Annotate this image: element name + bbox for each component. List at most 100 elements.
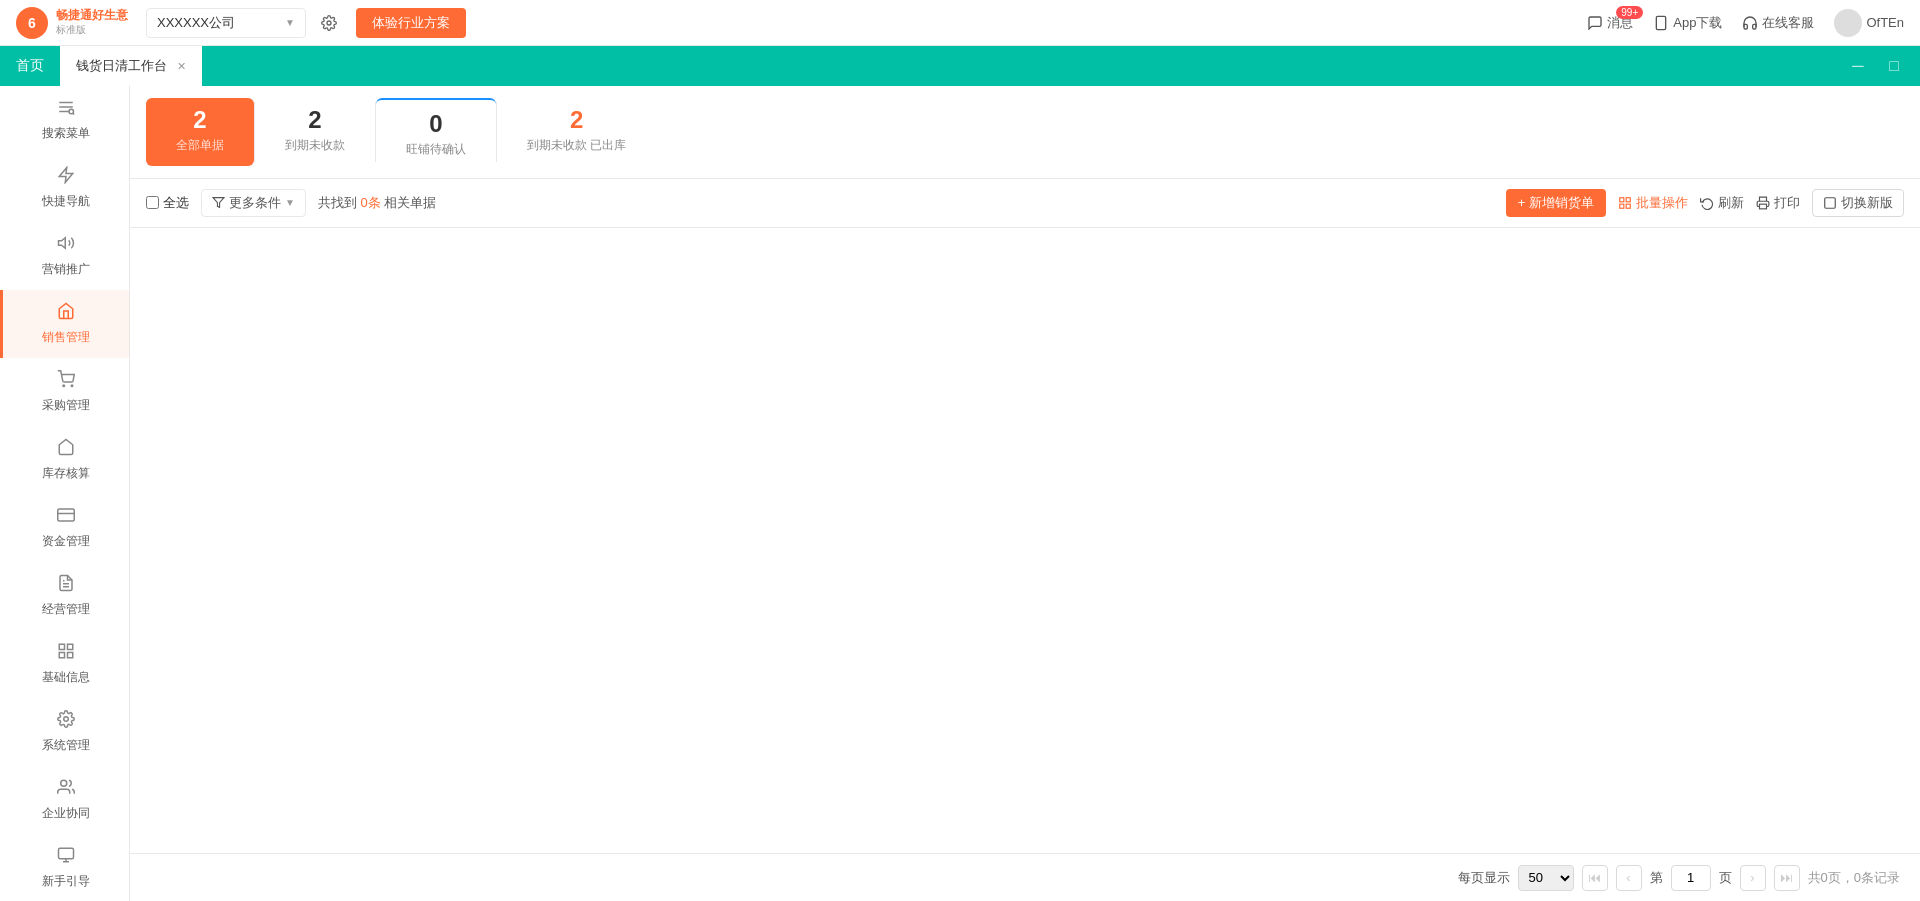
basic-info-icon xyxy=(57,642,75,665)
summary-card-all-label: 全部单据 xyxy=(176,137,224,154)
tab-home-label: 首页 xyxy=(16,57,44,75)
logo-text-area: 畅捷通好生意 标准版 xyxy=(56,8,128,36)
svg-rect-1 xyxy=(1657,16,1666,29)
print-label: 打印 xyxy=(1774,194,1800,212)
svg-marker-28 xyxy=(213,198,224,208)
select-all-input[interactable] xyxy=(146,196,159,209)
add-order-button[interactable]: + 新增销货单 xyxy=(1506,189,1606,217)
summary-card-pending[interactable]: 0 旺铺待确认 xyxy=(376,98,496,166)
cooperation-icon xyxy=(57,778,75,801)
refresh-button[interactable]: 刷新 xyxy=(1700,194,1744,212)
tab-qhrc-label: 钱货日清工作台 xyxy=(76,57,167,75)
sidebar-item-sales-label: 销售管理 xyxy=(42,329,90,346)
summary-cards: 2 全部单据 2 到期未收款 0 旺铺待确认 2 到期未收款 已出库 xyxy=(130,86,1920,179)
svg-rect-31 xyxy=(1626,204,1630,208)
page-size-select[interactable]: 20 50 100 xyxy=(1518,865,1574,891)
tab-maximize-button[interactable]: □ xyxy=(1880,52,1908,80)
sidebar-item-operations[interactable]: 经营管理 xyxy=(0,562,129,630)
tab-home[interactable]: 首页 xyxy=(0,46,60,86)
svg-rect-16 xyxy=(59,644,64,649)
page-next-button[interactable]: › xyxy=(1740,865,1766,891)
page-label-end: 页 xyxy=(1719,869,1732,887)
batch-operation-button[interactable]: 批量操作 xyxy=(1618,194,1688,212)
sidebar-item-purchase[interactable]: 采购管理 xyxy=(0,358,129,426)
trial-button[interactable]: 体验行业方案 xyxy=(356,8,466,38)
refresh-label: 刷新 xyxy=(1718,194,1744,212)
svg-rect-33 xyxy=(1760,204,1767,209)
settings-button[interactable] xyxy=(314,8,344,38)
tab-bar-actions: ─ □ xyxy=(1844,52,1920,80)
select-all-label: 全选 xyxy=(163,194,189,212)
summary-card-pending-label: 旺铺待确认 xyxy=(406,141,466,158)
sidebar-item-purchase-label: 采购管理 xyxy=(42,397,90,414)
select-all-checkbox[interactable]: 全选 xyxy=(146,194,189,212)
tab-close-icon[interactable]: ✕ xyxy=(177,60,186,73)
summary-card-shipped[interactable]: 2 到期未收款 已出库 xyxy=(497,98,656,166)
page-size-label: 每页显示 xyxy=(1458,869,1510,887)
user-avatar xyxy=(1834,9,1862,37)
sidebar-item-cooperation[interactable]: 企业协同 xyxy=(0,766,129,834)
pagination-bar: 每页显示 20 50 100 ⏮ ‹ 第 页 › ⏭ 共0页，0条记录 xyxy=(130,853,1920,901)
logo-title: 畅捷通好生意 xyxy=(56,8,128,22)
capital-icon xyxy=(57,506,75,529)
online-service-label: 在线客服 xyxy=(1762,14,1814,32)
batch-icon xyxy=(1618,196,1632,210)
tab-bar: 首页 钱货日清工作台 ✕ ─ □ xyxy=(0,46,1920,86)
switch-version-button[interactable]: 切换新版 xyxy=(1812,189,1904,217)
inventory-icon xyxy=(57,438,75,461)
tab-qhrc[interactable]: 钱货日清工作台 ✕ xyxy=(60,46,202,86)
page-last-button[interactable]: ⏭ xyxy=(1774,865,1800,891)
found-text: 共找到 0条 相关单据 xyxy=(318,194,436,212)
tab-minimize-button[interactable]: ─ xyxy=(1844,52,1872,80)
sidebar-item-operations-label: 经营管理 xyxy=(42,601,90,618)
svg-rect-32 xyxy=(1620,204,1624,208)
total-info: 共0页，0条记录 xyxy=(1808,869,1900,887)
company-selector[interactable]: XXXXXX公司 ▼ xyxy=(146,8,306,38)
page-prev-button[interactable]: ‹ xyxy=(1616,865,1642,891)
svg-rect-30 xyxy=(1626,198,1630,202)
user-name: OfTEn xyxy=(1866,15,1904,30)
sidebar-item-marketing[interactable]: 营销推广 xyxy=(0,222,129,290)
messages-badge: 99+ xyxy=(1616,6,1643,19)
app-download-item[interactable]: App下载 xyxy=(1653,14,1722,32)
switch-icon xyxy=(1823,196,1837,210)
svg-rect-29 xyxy=(1620,198,1624,202)
sidebar-item-basic-info-label: 基础信息 xyxy=(42,669,90,686)
svg-rect-19 xyxy=(59,653,64,658)
page-label: 第 xyxy=(1650,869,1663,887)
summary-card-pending-num: 0 xyxy=(429,110,442,139)
sidebar-item-system[interactable]: 系统管理 xyxy=(0,698,129,766)
summary-card-shipped-label: 到期未收款 已出库 xyxy=(527,137,626,154)
sidebar-item-quick-nav[interactable]: 快捷导航 xyxy=(0,154,129,222)
toolbar: 全选 更多条件 ▼ 共找到 0条 相关单据 + 新增销货单 xyxy=(130,179,1920,228)
svg-rect-17 xyxy=(68,644,73,649)
top-right-area: 消息 99+ App下载 在线客服 OfTEn xyxy=(1587,9,1904,37)
filter-label: 更多条件 xyxy=(229,194,281,212)
online-service-item[interactable]: 在线客服 xyxy=(1742,14,1814,32)
sidebar-item-guide[interactable]: 新手引导 xyxy=(0,834,129,901)
messages-item[interactable]: 消息 99+ xyxy=(1587,14,1633,32)
search-menu-icon xyxy=(57,98,75,121)
filter-button[interactable]: 更多条件 ▼ xyxy=(201,189,306,217)
sidebar-item-search-menu[interactable]: 搜索菜单 xyxy=(0,86,129,154)
top-bar: 6 畅捷通好生意 标准版 XXXXXX公司 ▼ 体验行业方案 消息 99+ Ap… xyxy=(0,0,1920,46)
summary-card-all[interactable]: 2 全部单据 xyxy=(146,98,254,166)
found-suffix: 相关单据 xyxy=(384,195,436,210)
page-input[interactable] xyxy=(1671,865,1711,891)
svg-rect-34 xyxy=(1825,198,1836,209)
sidebar-item-basic-info[interactable]: 基础信息 xyxy=(0,630,129,698)
sales-icon xyxy=(57,302,75,325)
logo-icon: 6 xyxy=(16,7,48,39)
print-button[interactable]: 打印 xyxy=(1756,194,1800,212)
sidebar-item-inventory[interactable]: 库存核算 xyxy=(0,426,129,494)
page-first-button[interactable]: ⏮ xyxy=(1582,865,1608,891)
user-avatar-area[interactable]: OfTEn xyxy=(1834,9,1904,37)
svg-point-11 xyxy=(71,385,73,387)
sidebar-item-sales[interactable]: 销售管理 xyxy=(0,290,129,358)
summary-card-overdue[interactable]: 2 到期未收款 xyxy=(255,98,375,166)
app-download-label: App下载 xyxy=(1673,14,1722,32)
svg-point-10 xyxy=(63,385,65,387)
guide-icon xyxy=(57,846,75,869)
sidebar-item-capital[interactable]: 资金管理 xyxy=(0,494,129,562)
found-prefix: 共找到 xyxy=(318,195,357,210)
